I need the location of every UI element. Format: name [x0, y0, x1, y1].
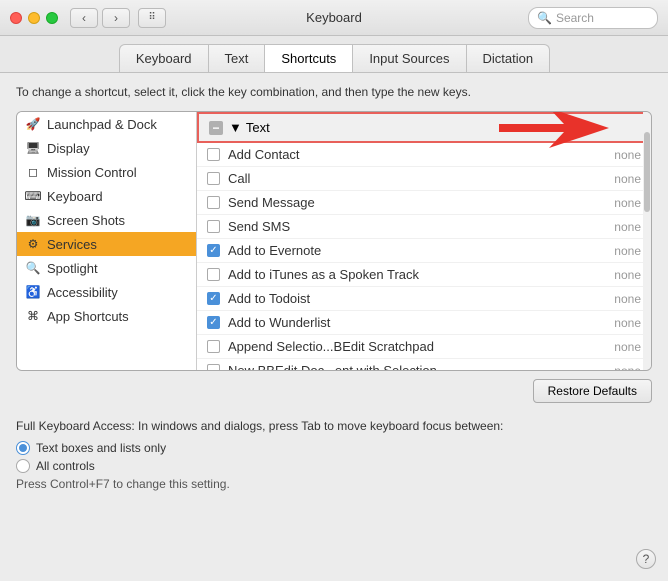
forward-button[interactable]: › — [102, 8, 130, 28]
titlebar: ‹ › ⠿ Keyboard 🔍 Search — [0, 0, 668, 36]
checkbox-new-bbedit[interactable] — [207, 364, 220, 370]
collapse-button[interactable]: − — [209, 121, 223, 135]
tab-input-sources[interactable]: Input Sources — [352, 44, 466, 72]
checkbox-add-evernote[interactable]: ✓ — [207, 244, 220, 257]
group-name: Text — [246, 120, 270, 135]
radio-all-controls: All controls — [16, 459, 652, 473]
keyboard-access-label: Full Keyboard Access: In windows and dia… — [16, 419, 652, 433]
checkbox-send-message[interactable] — [207, 196, 220, 209]
bottom-row: Restore Defaults — [16, 379, 652, 403]
instruction-text: To change a shortcut, select it, click t… — [16, 85, 652, 99]
shortcut-new-bbedit[interactable]: New BBEdit Doc...ent with Selection none — [197, 359, 651, 370]
search-box[interactable]: 🔍 Search — [528, 7, 658, 29]
sidebar-item-screenshots[interactable]: 📷 Screen Shots — [17, 208, 196, 232]
shortcut-append-selection[interactable]: Append Selectio...BEdit Scratchpad none — [197, 335, 651, 359]
screenshots-icon: 📷 — [25, 212, 41, 228]
app-shortcuts-icon: ⌘ — [25, 308, 41, 324]
sidebar-item-launchpad[interactable]: 🚀 Launchpad & Dock — [17, 112, 196, 136]
radio-all-controls-input[interactable] — [16, 459, 30, 473]
sidebar-item-keyboard[interactable]: ⌨ Keyboard — [17, 184, 196, 208]
sidebar-item-services[interactable]: ⚙ Services — [17, 232, 196, 256]
main-content: To change a shortcut, select it, click t… — [0, 73, 668, 511]
shortcut-add-todoist[interactable]: ✓ Add to Todoist none — [197, 287, 651, 311]
tab-shortcuts[interactable]: Shortcuts — [264, 44, 353, 72]
shortcut-add-itunes[interactable]: Add to iTunes as a Spoken Track none — [197, 263, 651, 287]
tab-dictation[interactable]: Dictation — [466, 44, 551, 72]
checkbox-add-itunes[interactable] — [207, 268, 220, 281]
group-triangle: ▼ — [229, 120, 242, 135]
keyboard-access-section: Full Keyboard Access: In windows and dia… — [16, 411, 652, 499]
sidebar-item-spotlight[interactable]: 🔍 Spotlight — [17, 256, 196, 280]
hint-text: Press Control+F7 to change this setting. — [16, 477, 652, 491]
sidebar: 🚀 Launchpad & Dock 🖥 Display ◻ Mission C… — [17, 112, 197, 370]
radio-text-boxes: Text boxes and lists only — [16, 441, 652, 455]
traffic-lights — [10, 12, 58, 24]
shortcuts-panel: 🚀 Launchpad & Dock 🖥 Display ◻ Mission C… — [16, 111, 652, 371]
shortcut-send-sms[interactable]: Send SMS none — [197, 215, 651, 239]
display-icon: 🖥 — [25, 140, 41, 156]
spotlight-icon: 🔍 — [25, 260, 41, 276]
search-placeholder: Search — [556, 11, 594, 25]
radio-text-boxes-input[interactable] — [16, 441, 30, 455]
sidebar-item-accessibility[interactable]: ♿ Accessibility — [17, 280, 196, 304]
group-header: − ▼ Text — [197, 112, 651, 143]
checkbox-add-wunderlist[interactable]: ✓ — [207, 316, 220, 329]
minimize-button[interactable] — [28, 12, 40, 24]
checkbox-add-contact[interactable] — [207, 148, 220, 161]
tab-bar: Keyboard Text Shortcuts Input Sources Di… — [0, 36, 668, 73]
keyboard-icon: ⌨ — [25, 188, 41, 204]
launchpad-icon: 🚀 — [25, 116, 41, 132]
shortcut-add-evernote[interactable]: ✓ Add to Evernote none — [197, 239, 651, 263]
restore-defaults-button[interactable]: Restore Defaults — [533, 379, 652, 403]
close-button[interactable] — [10, 12, 22, 24]
help-button[interactable]: ? — [636, 549, 656, 569]
checkbox-call[interactable] — [207, 172, 220, 185]
accessibility-icon: ♿ — [25, 284, 41, 300]
annotation-arrow — [489, 112, 609, 150]
sidebar-item-mission-control[interactable]: ◻ Mission Control — [17, 160, 196, 184]
mission-control-icon: ◻ — [25, 164, 41, 180]
search-icon: 🔍 — [537, 11, 552, 25]
scrollbar-thumb[interactable] — [644, 132, 650, 212]
radio-all-controls-label: All controls — [36, 459, 95, 473]
checkbox-append-selection[interactable] — [207, 340, 220, 353]
nav-buttons: ‹ › — [70, 8, 130, 28]
checkbox-add-todoist[interactable]: ✓ — [207, 292, 220, 305]
services-icon: ⚙ — [25, 236, 41, 252]
tab-keyboard[interactable]: Keyboard — [119, 44, 209, 72]
window-title: Keyboard — [306, 10, 362, 25]
scrollbar-track — [643, 112, 651, 370]
grid-button[interactable]: ⠿ — [138, 8, 166, 28]
radio-text-boxes-label: Text boxes and lists only — [36, 441, 166, 455]
shortcut-call[interactable]: Call none — [197, 167, 651, 191]
checkbox-send-sms[interactable] — [207, 220, 220, 233]
tab-text[interactable]: Text — [208, 44, 266, 72]
sidebar-item-display[interactable]: 🖥 Display — [17, 136, 196, 160]
maximize-button[interactable] — [46, 12, 58, 24]
back-button[interactable]: ‹ — [70, 8, 98, 28]
shortcut-send-message[interactable]: Send Message none — [197, 191, 651, 215]
sidebar-item-app-shortcuts[interactable]: ⌘ App Shortcuts — [17, 304, 196, 328]
shortcuts-list: − ▼ Text Add Contact none Call none — [197, 112, 651, 370]
shortcut-add-wunderlist[interactable]: ✓ Add to Wunderlist none — [197, 311, 651, 335]
